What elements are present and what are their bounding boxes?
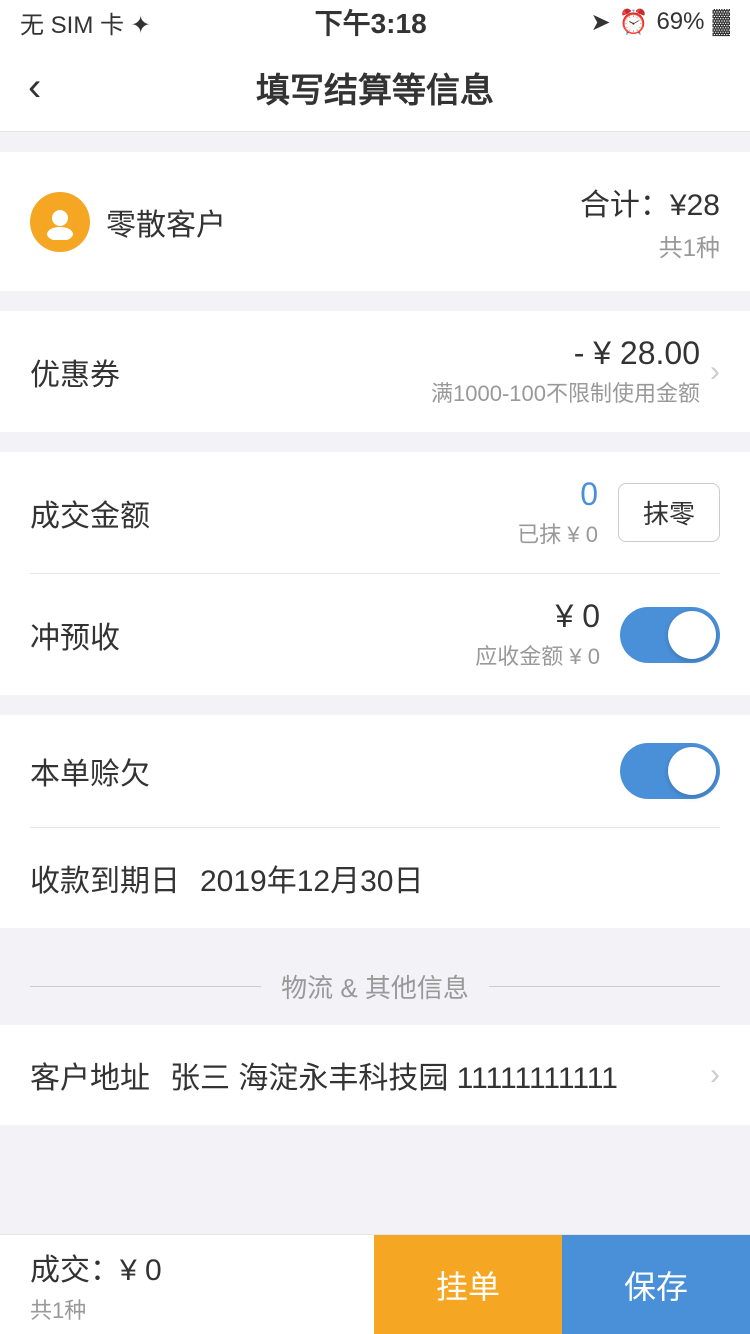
round-off-button[interactable]: 抹零 xyxy=(618,483,720,542)
header-line-left xyxy=(30,986,261,987)
address-section: 客户地址 张三 海淀永丰科技园 11111111111 › xyxy=(0,1025,750,1125)
battery-text: 69% xyxy=(656,8,704,36)
coupon-desc: 满1000-100不限制使用金额 xyxy=(431,376,700,408)
status-time: 下午3:18 xyxy=(315,2,427,42)
debt-section: 本单赊欠 收款到期日 2019年12月30日 xyxy=(0,715,750,928)
page-title: 填写结算等信息 xyxy=(256,63,494,112)
chevron-right-icon: › xyxy=(710,355,720,389)
due-date-row: 收款到期日 2019年12月30日 xyxy=(0,828,750,928)
deal-right: 0 已抹 ¥ 0 抹零 xyxy=(517,476,720,549)
prepay-amount: ¥ 0 xyxy=(475,598,600,635)
bottom-count: 共1种 xyxy=(30,1293,344,1325)
due-date-label: 收款到期日 xyxy=(30,856,180,900)
status-left: 无 SIM 卡 ✦ xyxy=(20,5,151,40)
bottom-deal-value: ¥ 0 xyxy=(120,1254,162,1287)
prepay-toggle[interactable] xyxy=(620,607,720,663)
customer-row: 零散客户 合计：¥28 共1种 xyxy=(0,152,750,291)
address-chevron-icon: › xyxy=(710,1058,720,1092)
prepay-sub-text: 应收金额 ¥ 0 xyxy=(475,639,600,671)
avatar xyxy=(30,192,90,252)
coupon-row[interactable]: 优惠券 - ¥ 28.00 满1000-100不限制使用金额 › xyxy=(0,311,750,432)
deal-sub-text: 已抹 ¥ 0 xyxy=(517,517,598,549)
nav-bar: ‹ 填写结算等信息 xyxy=(0,44,750,132)
logistics-section-header: 物流 & 其他信息 xyxy=(0,948,750,1025)
prepay-right: ¥ 0 应收金额 ¥ 0 xyxy=(475,598,720,671)
coupon-amount: - ¥ 28.00 xyxy=(431,335,700,372)
address-label: 客户地址 xyxy=(30,1053,150,1097)
status-bar: 无 SIM 卡 ✦ 下午3:18 ➤ ⏰ 69% ▓ xyxy=(0,0,750,44)
customer-name: 零散客户 xyxy=(106,200,226,244)
due-date-value: 2019年12月30日 xyxy=(200,856,423,900)
total-count: 共1种 xyxy=(580,228,720,263)
save-button[interactable]: 保存 xyxy=(562,1235,750,1334)
coupon-section: 优惠券 - ¥ 28.00 满1000-100不限制使用金额 › xyxy=(0,311,750,432)
location-icon: ➤ xyxy=(590,8,610,37)
pending-button[interactable]: 挂单 xyxy=(374,1235,562,1334)
bottom-summary: 成交：¥ 0 共1种 xyxy=(0,1245,374,1325)
deal-section: 成交金额 0 已抹 ¥ 0 抹零 冲预收 ¥ 0 应收金额 ¥ 0 xyxy=(0,452,750,695)
prepay-label: 冲预收 xyxy=(30,613,120,657)
header-line-right xyxy=(489,986,720,987)
customer-left: 零散客户 xyxy=(30,192,226,252)
coupon-value: - ¥ 28.00 满1000-100不限制使用金额 xyxy=(431,335,700,408)
prepay-row: 冲预收 ¥ 0 应收金额 ¥ 0 xyxy=(0,574,750,695)
debt-label: 本单赊欠 xyxy=(30,749,150,793)
deal-amount-label: 成交金额 xyxy=(30,491,150,535)
signal-text: 无 SIM 卡 ✦ xyxy=(20,5,151,40)
bottom-bar: 成交：¥ 0 共1种 挂单 保存 xyxy=(0,1234,750,1334)
coupon-right: - ¥ 28.00 满1000-100不限制使用金额 › xyxy=(431,335,720,408)
customer-right: 合计：¥28 共1种 xyxy=(580,180,720,263)
bottom-deal-label: 成交： xyxy=(30,1254,120,1287)
total-amount: 合计：¥28 xyxy=(580,180,720,224)
status-right: ➤ ⏰ 69% ▓ xyxy=(590,8,730,37)
deal-amount-value: 0 xyxy=(517,476,598,513)
logistics-label: 物流 & 其他信息 xyxy=(281,968,469,1005)
deal-amount-wrap: 0 已抹 ¥ 0 xyxy=(517,476,598,549)
toggle-knob xyxy=(668,611,716,659)
back-button[interactable]: ‹ xyxy=(28,65,41,110)
customer-section: 零散客户 合计：¥28 共1种 xyxy=(0,152,750,291)
debt-toggle-knob xyxy=(668,747,716,795)
coupon-label: 优惠券 xyxy=(30,350,120,394)
battery-icon: ▓ xyxy=(713,8,731,36)
deal-amount-row: 成交金额 0 已抹 ¥ 0 抹零 xyxy=(0,452,750,573)
address-value: 张三 海淀永丰科技园 11111111111 xyxy=(170,1053,710,1097)
prepay-amount-wrap: ¥ 0 应收金额 ¥ 0 xyxy=(475,598,600,671)
address-row[interactable]: 客户地址 张三 海淀永丰科技园 11111111111 › xyxy=(0,1025,750,1125)
bottom-deal-amount: 成交：¥ 0 xyxy=(30,1245,344,1289)
debt-row: 本单赊欠 xyxy=(0,715,750,827)
debt-toggle[interactable] xyxy=(620,743,720,799)
alarm-icon: ⏰ xyxy=(619,8,649,37)
